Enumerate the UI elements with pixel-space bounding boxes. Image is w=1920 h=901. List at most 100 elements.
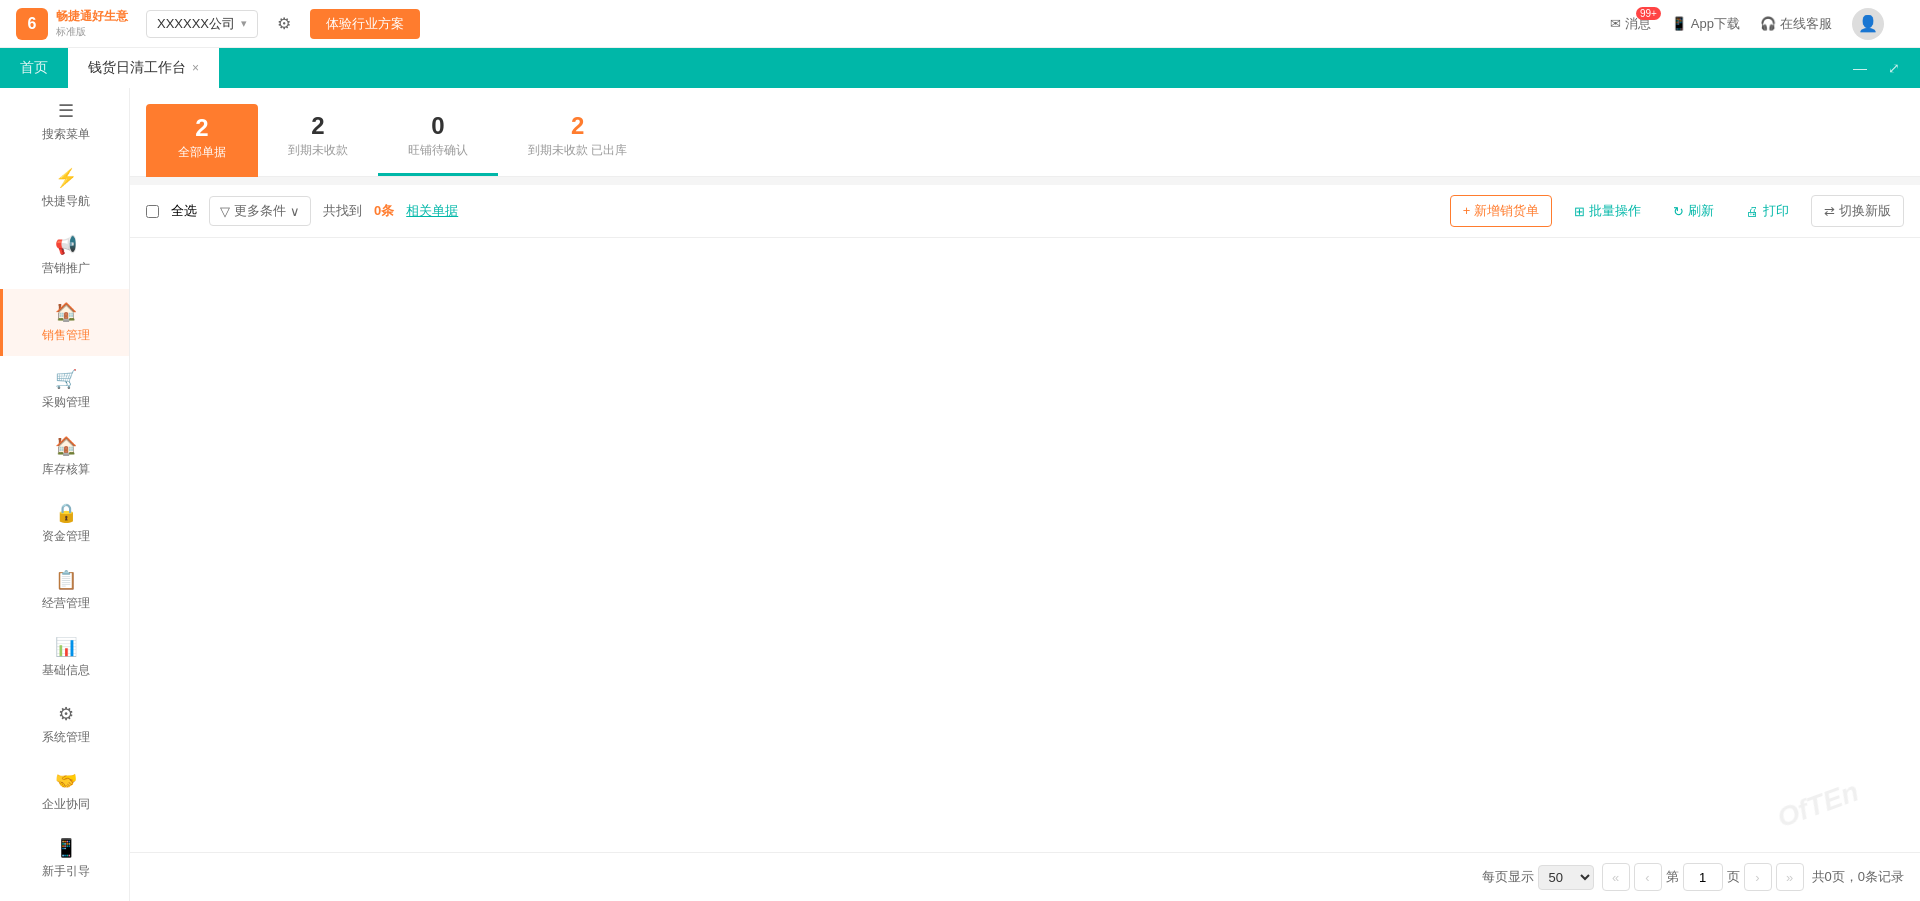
sidebar-item-enterprise[interactable]: 🤝 企业协同 bbox=[0, 758, 129, 825]
select-all-checkbox[interactable] bbox=[146, 205, 159, 218]
logo-sub-text: 标准版 bbox=[56, 25, 128, 38]
quick-nav-icon: ⚡ bbox=[55, 167, 77, 189]
next-page-button[interactable]: › bbox=[1744, 863, 1772, 891]
operations-icon: 📋 bbox=[55, 569, 77, 591]
settings-button[interactable]: ⚙ bbox=[268, 8, 300, 40]
sidebar-label-sales: 销售管理 bbox=[42, 327, 90, 344]
sidebar-item-marketing[interactable]: 📢 营销推广 bbox=[0, 222, 129, 289]
online-service-label: 在线客服 bbox=[1780, 15, 1832, 33]
online-service-item[interactable]: 🎧 在线客服 bbox=[1760, 15, 1832, 33]
stat-tab-all[interactable]: 2 全部单据 bbox=[146, 104, 258, 177]
sidebar-item-quick-nav[interactable]: ⚡ 快捷导航 bbox=[0, 155, 129, 222]
content-area: 2 全部单据 2 到期未收款 0 旺铺待确认 2 到期未收款 已出库 全选 ▽ … bbox=[130, 88, 1920, 901]
top-header: 6 畅捷通好生意 标准版 XXXXXX公司 ▾ ⚙ 体验行业方案 ✉ 消息 99… bbox=[0, 0, 1920, 48]
tab-active[interactable]: 钱货日清工作台 × bbox=[68, 48, 219, 88]
switch-label: 切换新版 bbox=[1839, 202, 1891, 220]
online-service-icon: 🎧 bbox=[1760, 16, 1776, 31]
stat-number-pending: 0 bbox=[431, 114, 444, 138]
found-text-label: 共找到 bbox=[323, 202, 362, 220]
logo-text: 畅捷通好生意 标准版 bbox=[56, 9, 128, 38]
system-icon: ⚙ bbox=[58, 703, 74, 725]
filter-icon: ▽ bbox=[220, 204, 230, 219]
stat-tab-overdue[interactable]: 2 到期未收款 bbox=[258, 104, 378, 176]
experience-btn[interactable]: 体验行业方案 bbox=[310, 9, 420, 39]
company-dropdown-arrow: ▾ bbox=[241, 17, 247, 30]
stat-label-overdue-shipped: 到期未收款 已出库 bbox=[528, 142, 627, 159]
stat-label-pending: 旺铺待确认 bbox=[408, 142, 468, 159]
message-icon: ✉ bbox=[1610, 16, 1621, 31]
message-item[interactable]: ✉ 消息 99+ bbox=[1610, 15, 1651, 33]
sidebar-item-finance[interactable]: 🔒 资金管理 bbox=[0, 490, 129, 557]
sidebar-item-system[interactable]: ⚙ 系统管理 bbox=[0, 691, 129, 758]
page-size-selector: 每页显示 50 100 200 bbox=[1482, 865, 1594, 890]
sidebar-label-guide: 新手引导 bbox=[42, 863, 90, 880]
sidebar-item-purchase[interactable]: 🛒 采购管理 bbox=[0, 356, 129, 423]
nav-tabs: 首页 钱货日清工作台 × — ⤢ bbox=[0, 48, 1920, 88]
sidebar-item-search-menu[interactable]: ☰ 搜索菜单 bbox=[0, 88, 129, 155]
stat-tab-pending[interactable]: 0 旺铺待确认 bbox=[378, 104, 498, 176]
sidebar-item-basic-info[interactable]: 📊 基础信息 bbox=[0, 624, 129, 691]
search-menu-icon: ☰ bbox=[58, 100, 74, 122]
page-number-input[interactable] bbox=[1683, 863, 1723, 891]
filter-button[interactable]: ▽ 更多条件 ∨ bbox=[209, 196, 311, 226]
sidebar-item-app-center[interactable]: 📦 应用中心 bbox=[0, 892, 129, 901]
logo-main-text: 畅捷通好生意 bbox=[56, 9, 128, 25]
tab-home[interactable]: 首页 bbox=[0, 48, 68, 88]
toolbar: 全选 ▽ 更多条件 ∨ 共找到 0条 相关单据 + 新增销货单 ⊞ 批量操作 ↻… bbox=[130, 185, 1920, 238]
switch-version-button[interactable]: ⇄ 切换新版 bbox=[1811, 195, 1904, 227]
sidebar-item-sales[interactable]: 🏠 销售管理 bbox=[0, 289, 129, 356]
finance-icon: 🔒 bbox=[55, 502, 77, 524]
stat-tab-overdue-shipped[interactable]: 2 到期未收款 已出库 bbox=[498, 104, 657, 176]
batch-label: 批量操作 bbox=[1589, 202, 1641, 220]
batch-icon: ⊞ bbox=[1574, 204, 1585, 219]
prev-page-button[interactable]: ‹ bbox=[1634, 863, 1662, 891]
message-badge: 99+ bbox=[1636, 7, 1661, 20]
print-button[interactable]: 🖨 打印 bbox=[1736, 196, 1799, 226]
refresh-label: 刷新 bbox=[1688, 202, 1714, 220]
maximize-btn[interactable]: ⤢ bbox=[1880, 54, 1908, 82]
print-label: 打印 bbox=[1763, 202, 1789, 220]
header-right: ✉ 消息 99+ 📱 App下载 🎧 在线客服 👤 bbox=[1610, 8, 1904, 40]
tab-window-controls: — ⤢ bbox=[1846, 54, 1920, 82]
total-records-text: 共0页，0条记录 bbox=[1812, 868, 1904, 886]
sidebar-label-inventory: 库存核算 bbox=[42, 461, 90, 478]
stats-tabs: 2 全部单据 2 到期未收款 0 旺铺待确认 2 到期未收款 已出库 bbox=[130, 88, 1920, 177]
last-page-button[interactable]: » bbox=[1776, 863, 1804, 891]
select-all-label: 全选 bbox=[171, 202, 197, 220]
per-page-select[interactable]: 50 100 200 bbox=[1538, 865, 1594, 890]
refresh-button[interactable]: ↻ 刷新 bbox=[1663, 196, 1724, 226]
related-link[interactable]: 相关单据 bbox=[406, 202, 458, 220]
active-tab-label: 钱货日清工作台 bbox=[88, 59, 186, 77]
sidebar-label-purchase: 采购管理 bbox=[42, 394, 90, 411]
pagination: 每页显示 50 100 200 « ‹ 第 页 › » 共0页，0条记录 bbox=[130, 852, 1920, 901]
stat-label-all: 全部单据 bbox=[178, 144, 226, 161]
avatar[interactable]: 👤 bbox=[1852, 8, 1884, 40]
enterprise-icon: 🤝 bbox=[55, 770, 77, 792]
app-download-item[interactable]: 📱 App下载 bbox=[1671, 15, 1740, 33]
sidebar-label-marketing: 营销推广 bbox=[42, 260, 90, 277]
sidebar-label-system: 系统管理 bbox=[42, 729, 90, 746]
batch-operation-button[interactable]: ⊞ 批量操作 bbox=[1564, 196, 1651, 226]
app-download-label: App下载 bbox=[1691, 15, 1740, 33]
add-sale-order-button[interactable]: + 新增销货单 bbox=[1450, 195, 1552, 227]
sidebar-item-guide[interactable]: 📱 新手引导 bbox=[0, 825, 129, 892]
minimize-btn[interactable]: — bbox=[1846, 54, 1874, 82]
filter-arrow-icon: ∨ bbox=[290, 204, 300, 219]
sidebar-item-operations[interactable]: 📋 经营管理 bbox=[0, 557, 129, 624]
sidebar-label-quick-nav: 快捷导航 bbox=[42, 193, 90, 210]
tab-close-btn[interactable]: × bbox=[192, 61, 199, 75]
first-page-button[interactable]: « bbox=[1602, 863, 1630, 891]
refresh-icon: ↻ bbox=[1673, 204, 1684, 219]
company-selector[interactable]: XXXXXX公司 ▾ bbox=[146, 10, 258, 38]
stat-number-overdue: 2 bbox=[311, 114, 324, 138]
filter-label: 更多条件 bbox=[234, 202, 286, 220]
company-name: XXXXXX公司 bbox=[157, 15, 235, 33]
sidebar-label-basic-info: 基础信息 bbox=[42, 662, 90, 679]
logo-icon: 6 bbox=[16, 8, 48, 40]
sidebar-label-finance: 资金管理 bbox=[42, 528, 90, 545]
page-label: 第 bbox=[1666, 868, 1679, 886]
sidebar-item-inventory[interactable]: 🏠 库存核算 bbox=[0, 423, 129, 490]
switch-icon: ⇄ bbox=[1824, 204, 1835, 219]
purchase-icon: 🛒 bbox=[55, 368, 77, 390]
guide-icon: 📱 bbox=[55, 837, 77, 859]
